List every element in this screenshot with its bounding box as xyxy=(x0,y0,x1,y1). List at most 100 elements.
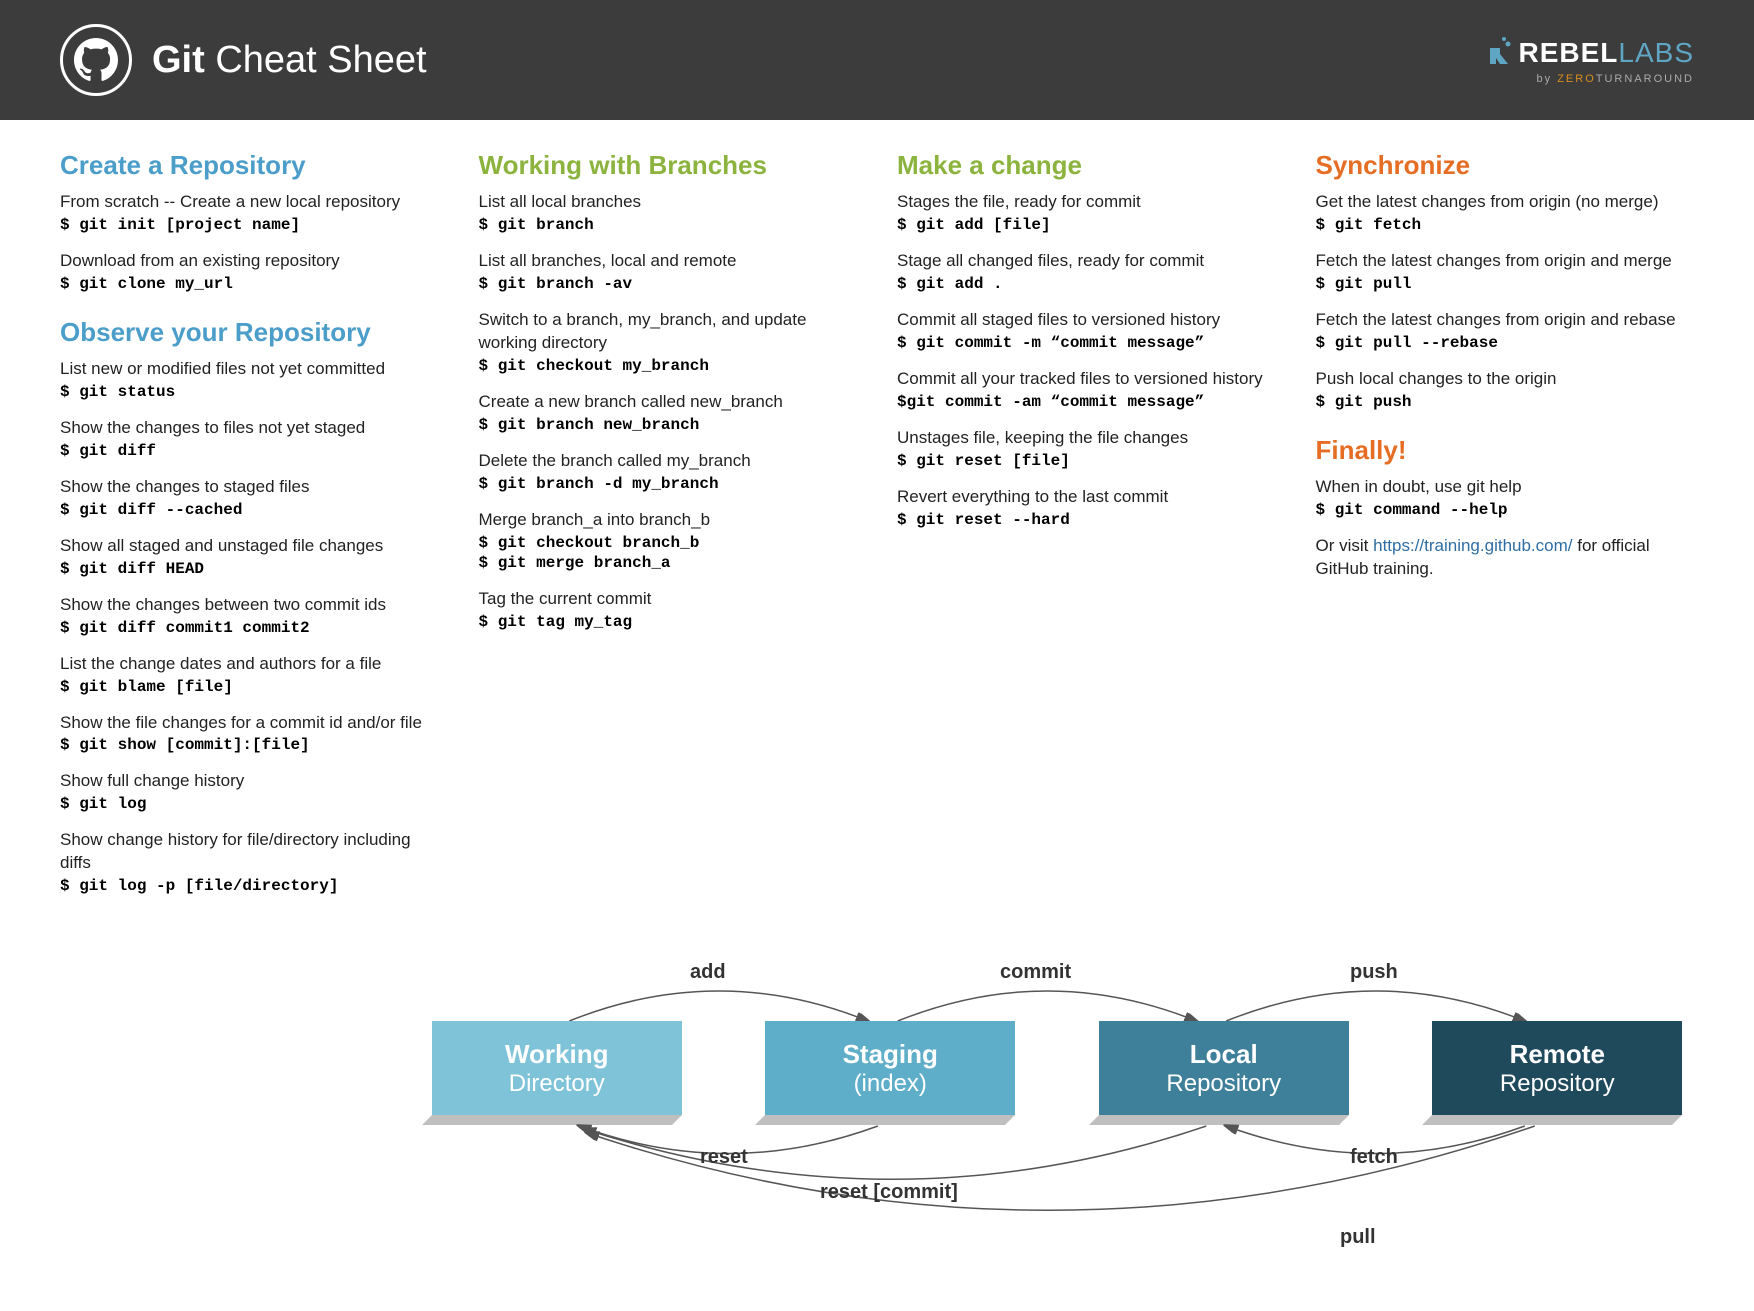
command-code: $ git blame [file] xyxy=(60,678,439,696)
command-desc: Get the latest changes from origin (no m… xyxy=(1316,191,1695,214)
label-commit: commit xyxy=(1000,961,1071,984)
command-item: Show change history for file/directory i… xyxy=(60,829,439,895)
command-code: $ git log xyxy=(60,795,439,813)
rebellabs-logo-icon xyxy=(1486,36,1512,73)
command-desc: Delete the branch called my_branch xyxy=(479,450,858,473)
command-item: Fetch the latest changes from origin and… xyxy=(1316,309,1695,352)
command-item: Delete the branch called my_branch $ git … xyxy=(479,450,858,493)
label-reset-commit: reset [commit] xyxy=(820,1181,958,1204)
command-desc: Download from an existing repository xyxy=(60,250,439,273)
header-left: Git Cheat Sheet xyxy=(60,24,427,96)
command-code: $ git branch new_branch xyxy=(479,416,858,434)
label-push: push xyxy=(1350,961,1398,984)
section-create-items: From scratch -- Create a new local repos… xyxy=(60,191,439,293)
command-desc: Push local changes to the origin xyxy=(1316,368,1695,391)
command-code: $ git log -p [file/directory] xyxy=(60,877,439,895)
command-code: $ git pull xyxy=(1316,275,1695,293)
command-code: $ git fetch xyxy=(1316,216,1695,234)
command-item: Create a new branch called new_branch $ g… xyxy=(479,391,858,434)
command-item: Unstages file, keeping the file changes $… xyxy=(897,427,1276,470)
command-desc: Revert everything to the last commit xyxy=(897,486,1276,509)
command-code: $ git checkout branch_b xyxy=(479,534,858,552)
command-desc: Merge branch_a into branch_b xyxy=(479,509,858,532)
command-code: $git commit -am “commit message” xyxy=(897,393,1276,411)
workflow-diagram: WorkingDirectory Staging(index) LocalRep… xyxy=(420,951,1694,1271)
command-desc: Show the changes to files not yet staged xyxy=(60,417,439,440)
command-code: $ git add . xyxy=(897,275,1276,293)
command-item: Download from an existing repository $ gi… xyxy=(60,250,439,293)
command-desc: Tag the current commit xyxy=(479,588,858,611)
command-item: Push local changes to the origin $ git pu… xyxy=(1316,368,1695,411)
section-change-items: Stages the file, ready for commit$ git a… xyxy=(897,191,1276,529)
box-local: LocalRepository xyxy=(1099,1021,1349,1115)
command-item: List the change dates and authors for a … xyxy=(60,653,439,696)
command-item: List all local branches $ git branch xyxy=(479,191,858,234)
command-code: $ git show [commit]:[file] xyxy=(60,736,439,754)
finally-footer: Or visit https://training.github.com/ fo… xyxy=(1316,535,1695,581)
command-code: $ git push xyxy=(1316,393,1695,411)
command-item: Show all staged and unstaged file change… xyxy=(60,535,439,578)
github-logo-icon xyxy=(60,24,132,96)
command-item: Show the changes between two commit ids $… xyxy=(60,594,439,637)
command-code: $ git branch xyxy=(479,216,858,234)
label-fetch: fetch xyxy=(1350,1146,1398,1169)
command-code: $ git diff --cached xyxy=(60,501,439,519)
command-code: $ git diff commit1 commit2 xyxy=(60,619,439,637)
command-code: $ git status xyxy=(60,383,439,401)
section-title-sync: Synchronize xyxy=(1316,150,1695,181)
section-finally-items: When in doubt, use git help$ git command… xyxy=(1316,476,1695,519)
command-item: From scratch -- Create a new local repos… xyxy=(60,191,439,234)
box-working: WorkingDirectory xyxy=(432,1021,682,1115)
command-item: Revert everything to the last commit$ gi… xyxy=(897,486,1276,529)
command-code: $ git merge branch_a xyxy=(479,554,858,572)
command-desc: Fetch the latest changes from origin and… xyxy=(1316,309,1695,332)
label-reset: reset xyxy=(700,1146,748,1169)
command-item: Commit all your tracked files to version… xyxy=(897,368,1276,411)
command-item: List all branches, local and remote $ git… xyxy=(479,250,858,293)
command-item: List new or modified files not yet commi… xyxy=(60,358,439,401)
section-title-change: Make a change xyxy=(897,150,1276,181)
label-pull: pull xyxy=(1340,1226,1376,1249)
box-remote: RemoteRepository xyxy=(1432,1021,1682,1115)
command-desc: Create a new branch called new_branch xyxy=(479,391,858,414)
command-item: Tag the current commit$ git tag my_tag xyxy=(479,588,858,631)
command-code: $ git clone my_url xyxy=(60,275,439,293)
command-code: $ git reset [file] xyxy=(897,452,1276,470)
command-item: Commit all staged files to versioned his… xyxy=(897,309,1276,352)
command-item: Fetch the latest changes from origin and… xyxy=(1316,250,1695,293)
section-title-observe: Observe your Repository xyxy=(60,317,439,348)
command-desc: Show the changes to staged files xyxy=(60,476,439,499)
command-desc: List all branches, local and remote xyxy=(479,250,858,273)
command-code: $ git diff HEAD xyxy=(60,560,439,578)
command-code: $ git checkout my_branch xyxy=(479,357,858,375)
command-item: Switch to a branch, my_branch, and updat… xyxy=(479,309,858,375)
diagram-boxes: WorkingDirectory Staging(index) LocalRep… xyxy=(420,1021,1694,1115)
command-desc: Commit all your tracked files to version… xyxy=(897,368,1276,391)
command-code: $ git init [project name] xyxy=(60,216,439,234)
training-link[interactable]: https://training.github.com/ xyxy=(1373,536,1572,555)
command-item: Stage all changed files, ready for commi… xyxy=(897,250,1276,293)
command-desc: Stage all changed files, ready for commi… xyxy=(897,250,1276,273)
section-observe-items: List new or modified files not yet commi… xyxy=(60,358,439,895)
command-code: $ git branch -d my_branch xyxy=(479,475,858,493)
command-desc: Show full change history xyxy=(60,770,439,793)
command-desc: List new or modified files not yet commi… xyxy=(60,358,439,381)
command-item: Show full change history $ git log xyxy=(60,770,439,813)
command-item: Show the changes to staged files $ git di… xyxy=(60,476,439,519)
column-1: Create a Repository From scratch -- Crea… xyxy=(60,150,439,911)
box-staging: Staging(index) xyxy=(765,1021,1015,1115)
command-code: $ git branch -av xyxy=(479,275,858,293)
command-desc: Show the changes between two commit ids xyxy=(60,594,439,617)
command-code: $ git command --help xyxy=(1316,501,1695,519)
command-desc: List all local branches xyxy=(479,191,858,214)
section-title-create: Create a Repository xyxy=(60,150,439,181)
command-desc: Show all staged and unstaged file change… xyxy=(60,535,439,558)
command-code: $ git add [file] xyxy=(897,216,1276,234)
section-title-branches: Working with Branches xyxy=(479,150,858,181)
brand: REBELLABS by ZEROTURNAROUND xyxy=(1486,36,1694,85)
command-item: Merge branch_a into branch_b $ git checko… xyxy=(479,509,858,572)
command-item: Get the latest changes from origin (no m… xyxy=(1316,191,1695,234)
page-title: Git Cheat Sheet xyxy=(152,39,427,82)
command-desc: Commit all staged files to versioned his… xyxy=(897,309,1276,332)
command-desc: Unstages file, keeping the file changes xyxy=(897,427,1276,450)
